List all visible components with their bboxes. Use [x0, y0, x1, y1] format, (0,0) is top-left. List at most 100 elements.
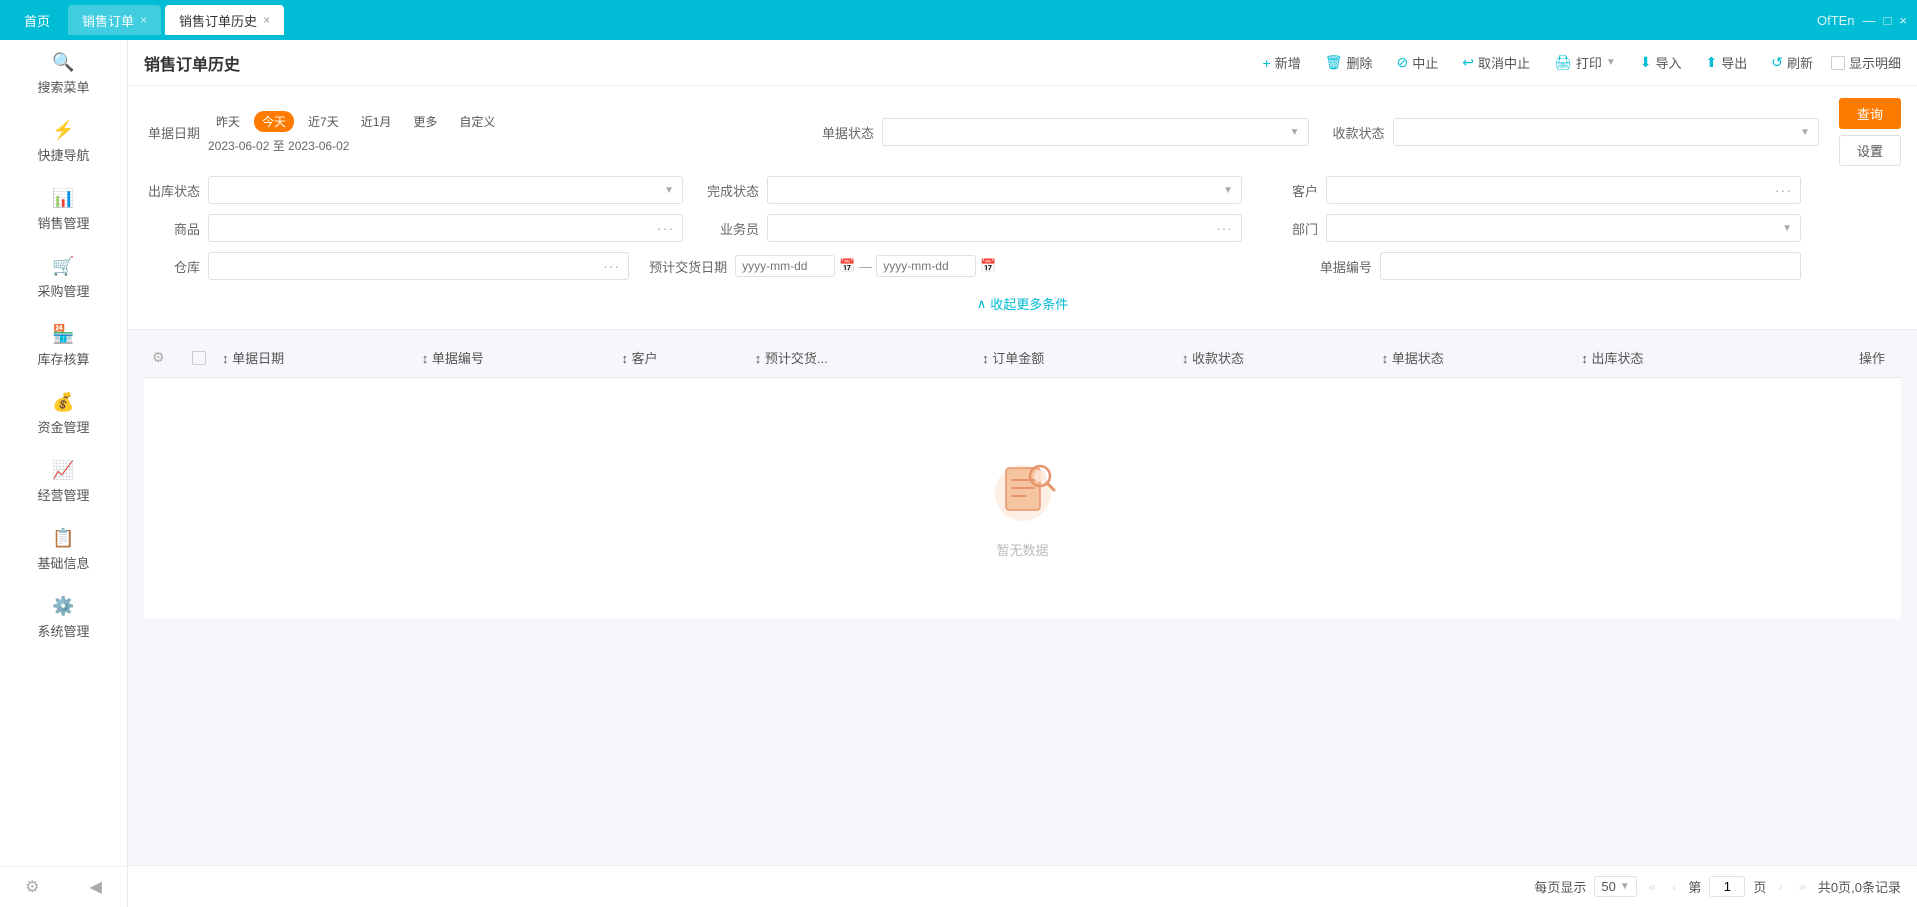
page-header: 销售订单历史 + 新增 🗑 删除 ⊘ 中止 ↩ 取消中止 [128, 40, 1917, 86]
warehouse-dots: ··· [603, 258, 620, 274]
department-select[interactable]: ▼ [1326, 214, 1801, 242]
query-button[interactable]: 查询 [1839, 98, 1901, 129]
product-select[interactable]: ··· [208, 214, 683, 242]
calendar-to-icon[interactable]: 📅 [980, 258, 996, 274]
data-table: ⚙ ↕ 单据日期 ↕ 单据编号 ↕ 客户 [144, 338, 1901, 619]
sidebar-item-quick-nav[interactable]: ⚡ 快捷导航 [0, 108, 127, 176]
table-body: 暂无数据 [144, 378, 1901, 620]
filter-delivery-date: 预计交货日期 📅 — 📅 [649, 255, 1296, 277]
empty-text: 暂无数据 [996, 540, 1048, 559]
tab-sales-order-label: 销售订单 [82, 11, 134, 30]
last-page-btn[interactable]: » [1795, 877, 1810, 896]
page-number-input[interactable] [1709, 876, 1745, 897]
next-page-btn[interactable]: › [1774, 877, 1786, 896]
salesperson-select[interactable]: ··· [767, 214, 1242, 242]
tab-sales-history-label: 销售订单历史 [179, 11, 257, 30]
settings-button[interactable]: 设置 [1839, 135, 1901, 166]
order-status-label: 单据状态 [818, 123, 874, 142]
table-settings-icon[interactable]: ⚙ [152, 349, 165, 365]
export-button[interactable]: ⬆ 导出 [1699, 50, 1753, 75]
tab-home-label: 首页 [24, 11, 50, 30]
payment-status-arrow: ▼ [1800, 127, 1810, 138]
sidebar-item-base-info[interactable]: 📋 基础信息 [0, 516, 127, 584]
th-amount-label: ↕ 订单金额 [982, 351, 1044, 366]
refresh-label: 刷新 [1787, 53, 1813, 72]
sidebar-item-operations[interactable]: 📈 经营管理 [0, 448, 127, 516]
delete-button[interactable]: 🗑 删除 [1319, 50, 1379, 75]
date-1month[interactable]: 近1月 [353, 111, 400, 132]
filter-date: 单据日期 昨天 今天 近7天 近1月 更多 自定义 2023-06-02 至 2… [144, 111, 798, 154]
delivery-date-to[interactable] [876, 255, 976, 277]
display-detail-checkbox[interactable] [1831, 56, 1845, 70]
date-range-display: 2023-06-02 至 2023-06-02 [208, 137, 503, 154]
filter-payment-status: 收款状态 ▼ [1329, 118, 1820, 146]
import-button[interactable]: ⬇ 导入 [1634, 50, 1688, 75]
date-7days[interactable]: 近7天 [300, 111, 347, 132]
sales-mgmt-icon: 📊 [52, 188, 74, 209]
th-est-delivery-label: ↕ 预计交货... [755, 351, 828, 366]
tab-sales-order[interactable]: 销售订单 × [68, 5, 161, 35]
page-size-select[interactable]: 50 ▼ [1594, 876, 1636, 897]
tab-sales-history[interactable]: 销售订单历史 × [165, 5, 284, 35]
delivery-date-from[interactable] [735, 255, 835, 277]
stock-out-select[interactable]: ▼ [208, 176, 683, 204]
stop-button[interactable]: ⊘ 中止 [1391, 50, 1445, 75]
empty-state-row: 暂无数据 [144, 378, 1901, 620]
sidebar-item-base-info-label: 基础信息 [37, 553, 89, 572]
refresh-button[interactable]: ↺ 刷新 [1765, 50, 1819, 75]
collapse-button[interactable]: ∧ 收起更多条件 [144, 290, 1901, 317]
th-operation-label: 操作 [1859, 351, 1885, 366]
sidebar-item-purchase-mgmt[interactable]: 🛒 采购管理 [0, 244, 127, 312]
order-no-label: 单据编号 [1316, 257, 1372, 276]
minimize-btn[interactable]: — [1863, 13, 1876, 28]
order-status-arrow: ▼ [1290, 127, 1300, 138]
sidebar-item-system-mgmt-label: 系统管理 [37, 621, 89, 640]
sidebar-settings-icon[interactable]: ⚙ [25, 877, 39, 897]
collapse-label: 收起更多条件 [990, 294, 1068, 313]
date-more[interactable]: 更多 [405, 111, 445, 132]
base-info-icon: 📋 [52, 528, 74, 549]
search-menu-icon: 🔍 [52, 52, 74, 73]
close-btn[interactable]: × [1899, 13, 1907, 28]
order-no-input[interactable] [1380, 252, 1801, 280]
table-select-all-checkbox[interactable] [192, 351, 206, 365]
filter-warehouse: 仓库 ··· [144, 252, 629, 280]
sidebar-item-search-menu[interactable]: 🔍 搜索菜单 [0, 40, 127, 108]
display-detail-toggle[interactable]: 显示明细 [1831, 53, 1901, 72]
cancel-stop-button[interactable]: ↩ 取消中止 [1456, 50, 1536, 75]
th-stock-out-status-label: ↕ 出库状态 [1581, 351, 1643, 366]
page-label: 页 [1753, 877, 1766, 896]
complete-status-select[interactable]: ▼ [767, 176, 1242, 204]
table-area: ⚙ ↕ 单据日期 ↕ 单据编号 ↕ 客户 [128, 330, 1917, 865]
calendar-from-icon[interactable]: 📅 [839, 258, 855, 274]
new-button[interactable]: + 新增 [1257, 50, 1307, 75]
stop-icon: ⊘ [1397, 54, 1409, 71]
sidebar-item-sales-mgmt[interactable]: 📊 销售管理 [0, 176, 127, 244]
tab-sales-history-close[interactable]: × [263, 13, 270, 27]
prev-page-btn[interactable]: ‹ [1668, 877, 1680, 896]
customer-select[interactable]: ··· [1326, 176, 1801, 204]
payment-status-select[interactable]: ▼ [1393, 118, 1820, 146]
date-today[interactable]: 今天 [254, 111, 294, 132]
date-yesterday[interactable]: 昨天 [208, 111, 248, 132]
sidebar-item-operations-label: 经营管理 [37, 485, 89, 504]
sidebar-item-finance[interactable]: 💰 资金管理 [0, 380, 127, 448]
sidebar-item-system-mgmt[interactable]: ⚙️ 系统管理 [0, 584, 127, 652]
delete-label: 删除 [1347, 53, 1373, 72]
filter-customer: 客户 ··· [1262, 176, 1801, 204]
sidebar-collapse-icon[interactable]: ◀ [90, 877, 102, 897]
quick-nav-icon: ⚡ [52, 120, 74, 141]
first-page-btn[interactable]: « [1645, 877, 1660, 896]
tab-sales-order-close[interactable]: × [140, 13, 147, 27]
date-dash: — [859, 259, 872, 274]
filter-area: 单据日期 昨天 今天 近7天 近1月 更多 自定义 2023-06-02 至 2… [128, 86, 1917, 330]
restore-btn[interactable]: □ [1884, 13, 1892, 28]
th-amount: ↕ 订单金额 [974, 338, 1174, 378]
sidebar-item-inventory[interactable]: 🏪 库存核算 [0, 312, 127, 380]
order-status-select[interactable]: ▼ [882, 118, 1309, 146]
date-custom[interactable]: 自定义 [451, 111, 503, 132]
empty-state-cell: 暂无数据 [144, 378, 1901, 620]
warehouse-select[interactable]: ··· [208, 252, 629, 280]
tab-home[interactable]: 首页 [10, 5, 64, 35]
print-button[interactable]: 🖨 打印 ▼ [1548, 50, 1622, 75]
